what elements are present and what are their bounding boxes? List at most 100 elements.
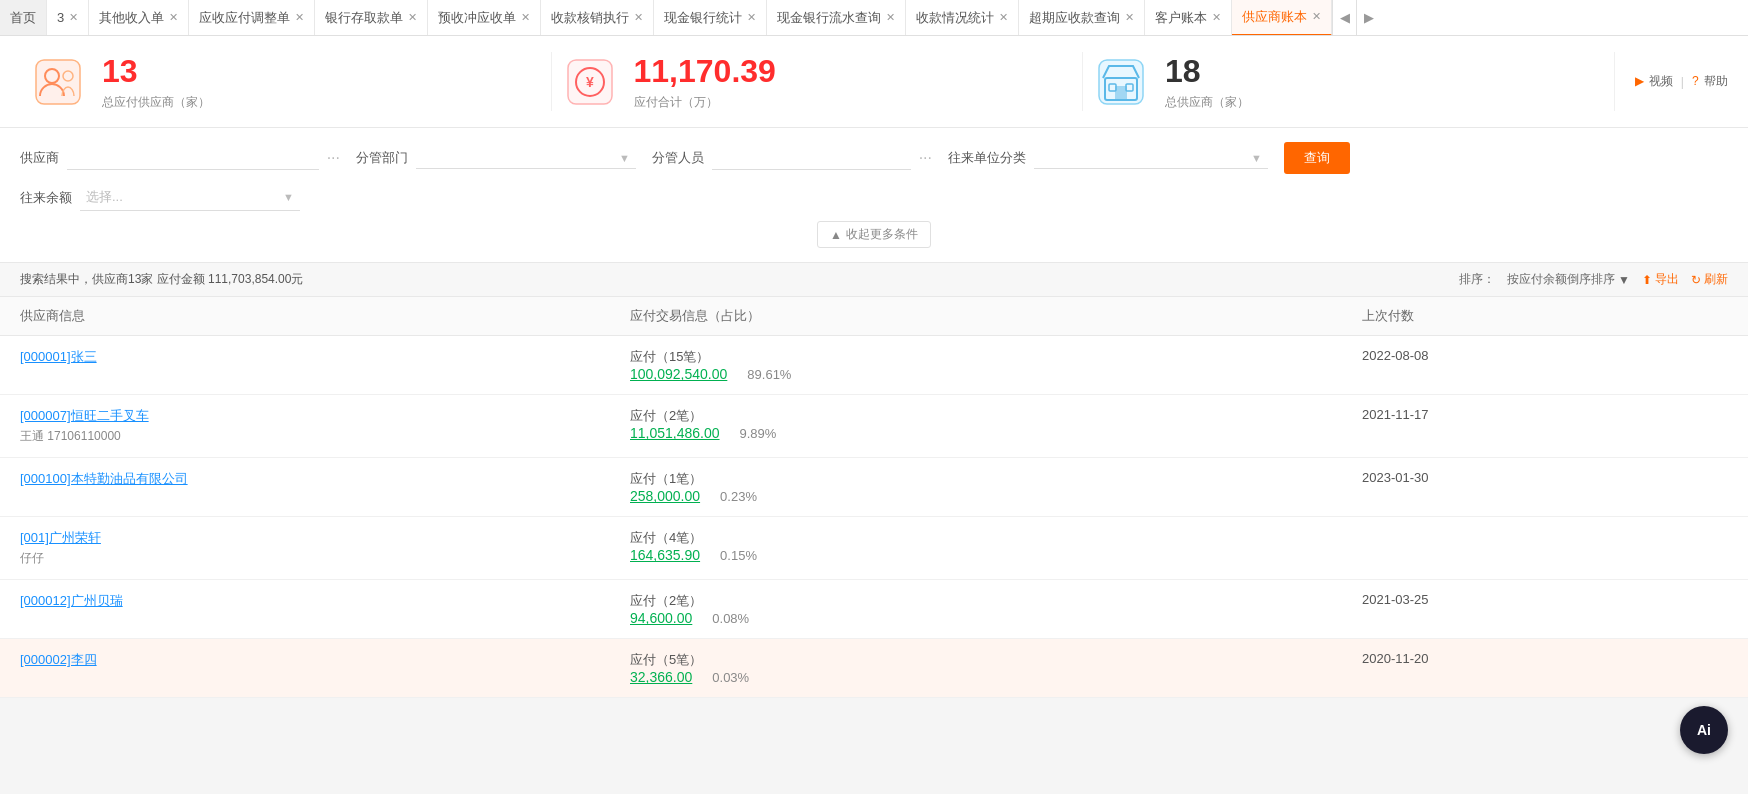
transaction-info-001: 应付（4笔） 164,635.90 0.15% bbox=[630, 529, 1362, 563]
nav-tab-home-label: 首页 bbox=[10, 9, 36, 27]
trans-amount-000100[interactable]: 258,000.00 bbox=[630, 488, 700, 504]
nav-tab-other-income-label: 其他收入单 bbox=[99, 9, 164, 27]
nav-tab-cash-bank-flow[interactable]: 现金银行流水查询 ✕ bbox=[767, 0, 906, 36]
supplier-link-000001[interactable]: [000001]张三 bbox=[20, 348, 630, 366]
trans-amount-000002[interactable]: 32,366.00 bbox=[630, 669, 692, 685]
close-icon[interactable]: ✕ bbox=[886, 11, 895, 24]
lastpay-date-000002: 2020-11-20 bbox=[1362, 651, 1429, 666]
trans-amount-001[interactable]: 164,635.90 bbox=[630, 547, 700, 563]
chevron-down-icon: ▼ bbox=[1251, 152, 1262, 164]
close-icon[interactable]: ✕ bbox=[169, 11, 178, 24]
nav-tab-home[interactable]: 首页 bbox=[0, 0, 47, 36]
transaction-info-000100: 应付（1笔） 258,000.00 0.23% bbox=[630, 470, 1362, 504]
summary-card-total-suppliers: 18 总供应商（家） bbox=[1083, 52, 1615, 111]
lastpay-date-000007: 2021-11-17 bbox=[1362, 407, 1429, 422]
trans-amount-000012[interactable]: 94,600.00 bbox=[630, 610, 692, 626]
transaction-col-000007: 应付（2笔） 11,051,486.00 9.89% bbox=[630, 407, 1362, 441]
balance-filter-select[interactable]: 选择... ▼ bbox=[80, 184, 300, 211]
supplier-link-000012[interactable]: [000012]广州贝瑞 bbox=[20, 592, 630, 610]
table-container: 供应商信息 应付交易信息（占比） 上次付数 [000001]张三 应付（15笔）… bbox=[0, 297, 1748, 698]
supplier-link-000007[interactable]: [000007]恒旺二手叉车 bbox=[20, 407, 630, 425]
close-icon[interactable]: ✕ bbox=[1212, 11, 1221, 24]
nav-tab-supplier-account[interactable]: 供应商账本 ✕ bbox=[1232, 0, 1332, 36]
lastpay-col-000001: 2022-08-08 bbox=[1362, 348, 1728, 363]
nav-tab-customer-account[interactable]: 客户账本 ✕ bbox=[1145, 0, 1232, 36]
lastpay-date-000100: 2023-01-30 bbox=[1362, 470, 1429, 485]
filter-balance: 往来余额 选择... ▼ bbox=[20, 184, 300, 211]
supplier-link-001[interactable]: [001]广州荣轩 bbox=[20, 529, 630, 547]
close-icon[interactable]: ✕ bbox=[634, 11, 643, 24]
close-icon[interactable]: ✕ bbox=[1125, 11, 1134, 24]
supplier-sub-000007: 王通 17106110000 bbox=[20, 428, 630, 445]
dept-filter-select[interactable]: ▼ bbox=[416, 148, 636, 169]
lastpay-col-000007: 2021-11-17 bbox=[1362, 407, 1728, 422]
export-icon: ⬆ bbox=[1642, 273, 1652, 287]
trans-amount-000001[interactable]: 100,092,540.00 bbox=[630, 366, 727, 382]
lastpay-col-000012: 2021-03-25 bbox=[1362, 592, 1728, 607]
sort-select[interactable]: 按应付余额倒序排序 ▼ bbox=[1507, 271, 1630, 288]
trans-percent-000100: 0.23% bbox=[720, 489, 757, 504]
close-icon[interactable]: ✕ bbox=[521, 11, 530, 24]
query-button[interactable]: 查询 bbox=[1284, 142, 1350, 174]
sort-label: 排序： bbox=[1459, 271, 1495, 288]
store-icon bbox=[1093, 54, 1149, 110]
table-header: 供应商信息 应付交易信息（占比） 上次付数 bbox=[0, 297, 1748, 336]
nav-tab-other-income[interactable]: 其他收入单 ✕ bbox=[89, 0, 189, 36]
svg-text:¥: ¥ bbox=[586, 74, 594, 90]
filter-supplier: 供应商 ··· bbox=[20, 146, 340, 170]
close-icon[interactable]: ✕ bbox=[747, 11, 756, 24]
close-icon[interactable]: ✕ bbox=[295, 11, 304, 24]
filter-area: 供应商 ··· 分管部门 ▼ 分管人员 ··· 往来单位分类 ▼ 查询 bbox=[0, 128, 1748, 263]
person-filter-dots[interactable]: ··· bbox=[919, 149, 932, 167]
transaction-col-000001: 应付（15笔） 100,092,540.00 89.61% bbox=[630, 348, 1362, 382]
close-icon[interactable]: ✕ bbox=[1312, 10, 1321, 23]
nav-tab-advance-collect[interactable]: 预收冲应收单 ✕ bbox=[428, 0, 541, 36]
trans-row-000012: 94,600.00 0.08% bbox=[630, 610, 1362, 626]
collapse-button[interactable]: ▲ 收起更多条件 bbox=[817, 221, 931, 248]
separator: | bbox=[1681, 75, 1684, 89]
nav-tab-cash-bank-flow-label: 现金银行流水查询 bbox=[777, 9, 881, 27]
table-row: [000007]恒旺二手叉车 王通 17106110000 应付（2笔） 11,… bbox=[0, 395, 1748, 458]
supplier-filter-dots[interactable]: ··· bbox=[327, 149, 340, 167]
header-transaction-info: 应付交易信息（占比） bbox=[630, 307, 1362, 325]
export-button[interactable]: ⬆ 导出 bbox=[1642, 271, 1679, 288]
supplier-sub-001: 仔仔 bbox=[20, 550, 630, 567]
nav-right-arrow[interactable]: ▶ bbox=[1356, 0, 1380, 36]
nav-tab-overdue-query[interactable]: 超期应收款查询 ✕ bbox=[1019, 0, 1145, 36]
trans-row-000100: 258,000.00 0.23% bbox=[630, 488, 1362, 504]
balance-filter-label: 往来余额 bbox=[20, 189, 72, 207]
close-icon[interactable]: ✕ bbox=[69, 11, 78, 24]
lastpay-date-000001: 2022-08-08 bbox=[1362, 348, 1429, 363]
close-icon[interactable]: ✕ bbox=[408, 11, 417, 24]
nav-tab-bank-deposit[interactable]: 银行存取款单 ✕ bbox=[315, 0, 428, 36]
dept-filter-label: 分管部门 bbox=[356, 149, 408, 167]
trans-amount-000007[interactable]: 11,051,486.00 bbox=[630, 425, 720, 441]
video-link[interactable]: ▶ 视频 bbox=[1635, 73, 1673, 90]
category-filter-select[interactable]: ▼ bbox=[1034, 148, 1268, 169]
nav-tab-ap-adjust[interactable]: 应收应付调整单 ✕ bbox=[189, 0, 315, 36]
transaction-info-000001: 应付（15笔） 100,092,540.00 89.61% bbox=[630, 348, 1362, 382]
nav-left-arrow[interactable]: ◀ bbox=[1332, 0, 1356, 36]
nav-tab-collect-verify[interactable]: 收款核销执行 ✕ bbox=[541, 0, 654, 36]
supplier-link-000002[interactable]: [000002]李四 bbox=[20, 651, 630, 669]
refresh-button[interactable]: ↻ 刷新 bbox=[1691, 271, 1728, 288]
supplier-filter-input[interactable] bbox=[67, 146, 319, 170]
supplier-link-000100[interactable]: [000100]本特勤油品有限公司 bbox=[20, 470, 630, 488]
nav-tab-cash-bank-stat[interactable]: 现金银行统计 ✕ bbox=[654, 0, 767, 36]
table-row: [000100]本特勤油品有限公司 应付（1笔） 258,000.00 0.23… bbox=[0, 458, 1748, 517]
supplier-col-001: [001]广州荣轩 仔仔 bbox=[20, 529, 630, 567]
filter-person: 分管人员 ··· bbox=[652, 146, 932, 170]
header-supplier-info: 供应商信息 bbox=[20, 307, 630, 325]
nav-tab-collect-stat[interactable]: 收款情况统计 ✕ bbox=[906, 0, 1019, 36]
results-summary: 搜索结果中，供应商13家 应付金额 111,703,854.00元 bbox=[20, 271, 303, 288]
lastpay-date-000012: 2021-03-25 bbox=[1362, 592, 1429, 607]
total-suppliers-number: 18 bbox=[1165, 52, 1249, 90]
collapse-arrow-icon: ▲ bbox=[830, 228, 842, 242]
nav-tab-3[interactable]: 3 ✕ bbox=[47, 0, 89, 36]
help-link[interactable]: ? 帮助 bbox=[1692, 73, 1728, 90]
chevron-down-icon: ▼ bbox=[1618, 273, 1630, 287]
close-icon[interactable]: ✕ bbox=[999, 11, 1008, 24]
person-filter-input[interactable] bbox=[712, 146, 911, 170]
results-bar: 搜索结果中，供应商13家 应付金额 111,703,854.00元 排序： 按应… bbox=[0, 263, 1748, 297]
trans-label-000100: 应付（1笔） bbox=[630, 470, 1362, 488]
